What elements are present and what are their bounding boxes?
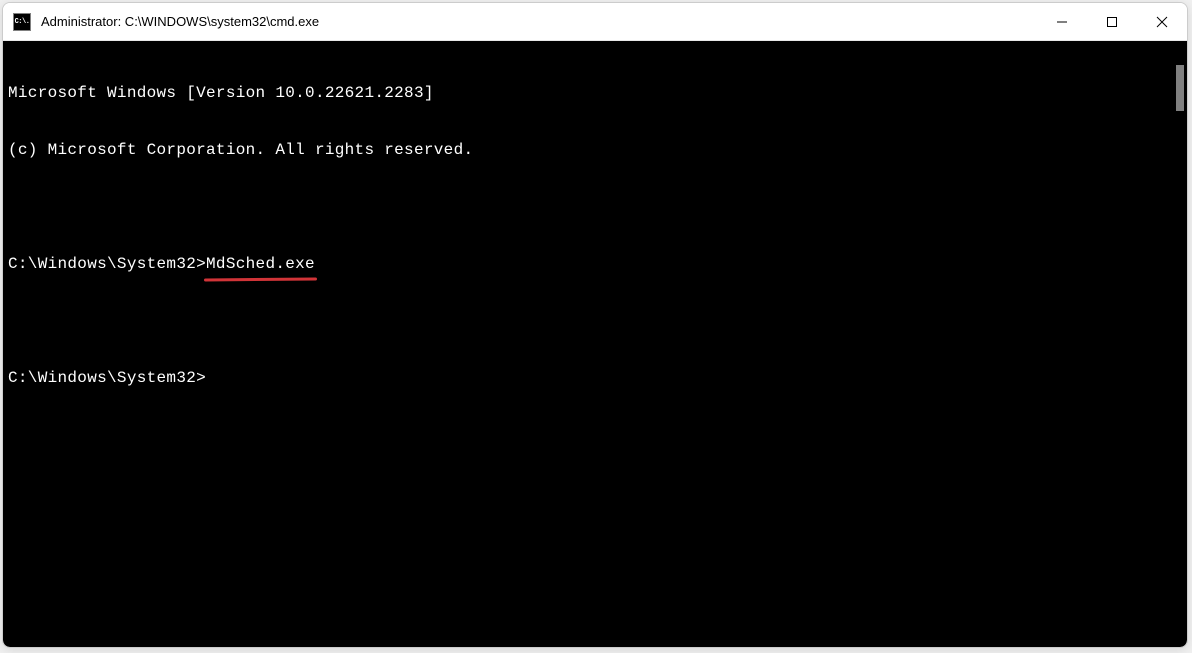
prompt-2: C:\Windows\System32> bbox=[8, 369, 206, 387]
minimize-button[interactable] bbox=[1037, 3, 1087, 40]
close-icon bbox=[1156, 16, 1168, 28]
maximize-icon bbox=[1106, 16, 1118, 28]
maximize-button[interactable] bbox=[1087, 3, 1137, 40]
blank-line bbox=[8, 198, 1187, 217]
command-line-1: C:\Windows\System32>MdSched.exe bbox=[8, 255, 1187, 274]
terminal-area[interactable]: Microsoft Windows [Version 10.0.22621.22… bbox=[3, 41, 1187, 647]
app-icon: C:\. bbox=[13, 13, 31, 31]
banner-line-1: Microsoft Windows [Version 10.0.22621.22… bbox=[8, 84, 1187, 103]
titlebar[interactable]: C:\. Administrator: C:\WINDOWS\system32\… bbox=[3, 3, 1187, 41]
prompt-1: C:\Windows\System32> bbox=[8, 255, 206, 273]
scrollbar-thumb[interactable] bbox=[1176, 65, 1184, 111]
blank-line-2 bbox=[8, 312, 1187, 331]
minimize-icon bbox=[1056, 16, 1068, 28]
window-controls bbox=[1037, 3, 1187, 40]
command-text: MdSched.exe bbox=[206, 255, 315, 274]
command-line-2: C:\Windows\System32> bbox=[8, 369, 1187, 388]
banner-line-2: (c) Microsoft Corporation. All rights re… bbox=[8, 141, 1187, 160]
terminal-content: Microsoft Windows [Version 10.0.22621.22… bbox=[3, 41, 1187, 426]
close-button[interactable] bbox=[1137, 3, 1187, 40]
app-icon-label: C:\. bbox=[15, 18, 30, 26]
cmd-window: C:\. Administrator: C:\WINDOWS\system32\… bbox=[2, 2, 1188, 648]
window-title: Administrator: C:\WINDOWS\system32\cmd.e… bbox=[41, 14, 1037, 29]
